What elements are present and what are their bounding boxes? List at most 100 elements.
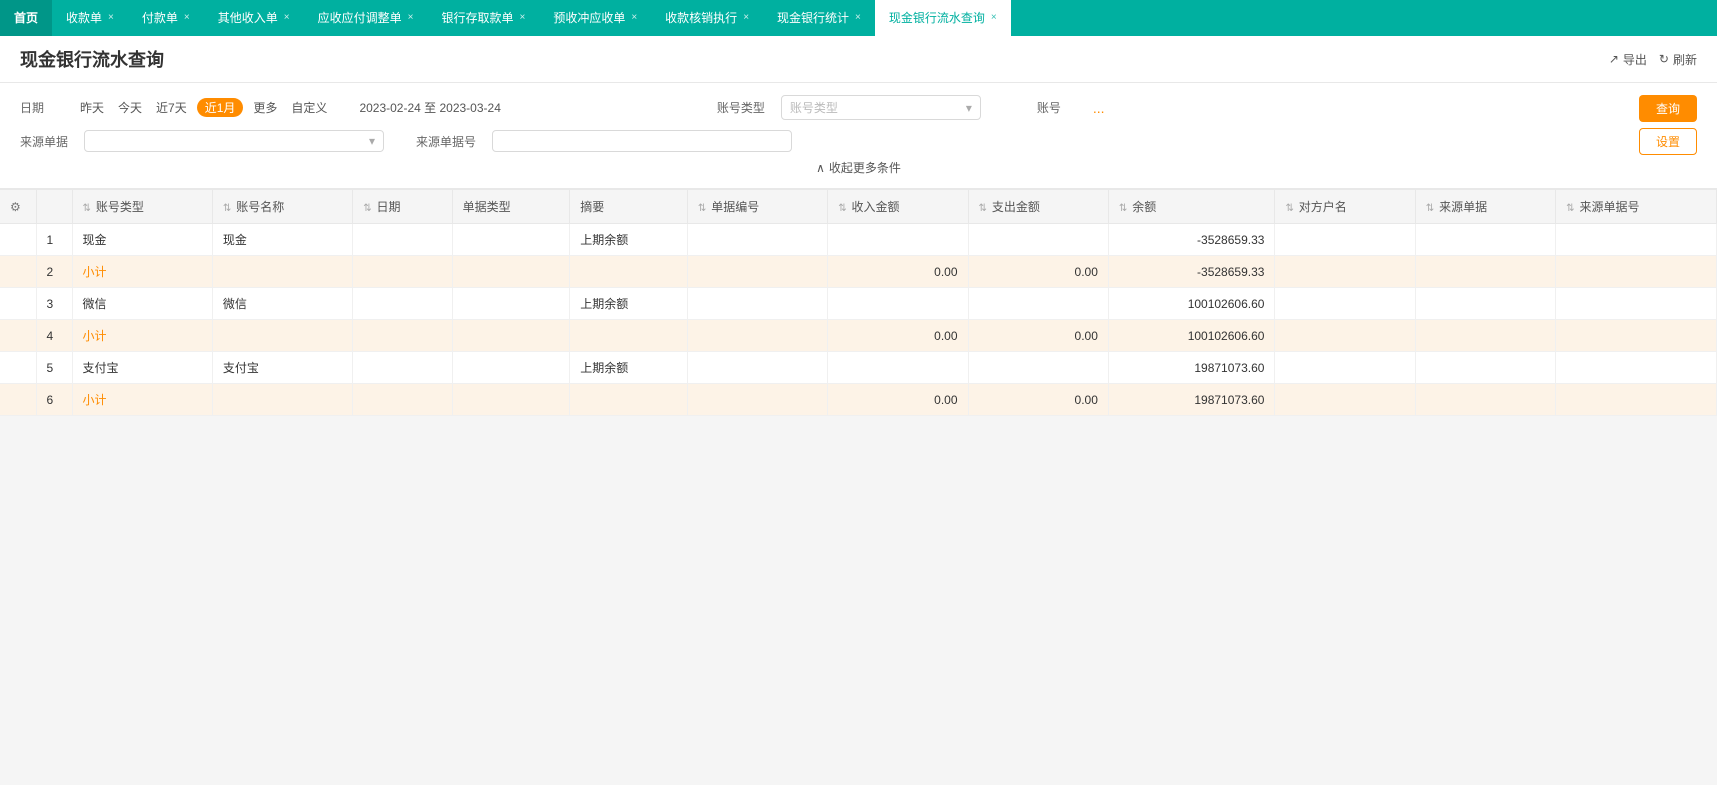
- nav-tab-collection-exec[interactable]: 收款核销执行 ×: [651, 0, 763, 36]
- sort-icon: ⇅: [1285, 203, 1295, 214]
- row-cell: [353, 384, 452, 416]
- date-1month[interactable]: 近1月: [197, 98, 244, 117]
- row-cell: [353, 288, 452, 320]
- close-icon[interactable]: ×: [991, 0, 997, 36]
- row-cell: -3528659.33: [1108, 224, 1275, 256]
- row-cell: 0.00: [828, 256, 968, 288]
- nav-tab-ar-ap-adjust[interactable]: 应收应付调整单 ×: [304, 0, 428, 36]
- row-cell: [212, 320, 352, 352]
- query-button[interactable]: 查询: [1639, 95, 1697, 122]
- col-account-type[interactable]: ⇅ 账号类型: [72, 190, 212, 224]
- source-doc-label: 来源单据: [20, 133, 68, 150]
- row-seq: 2: [36, 256, 72, 288]
- col-gear[interactable]: ⚙: [0, 190, 36, 224]
- date-today[interactable]: 今天: [114, 98, 146, 117]
- table-row: 4小计0.000.00100102606.60: [0, 320, 1717, 352]
- nav-tab-prepayment[interactable]: 预收冲应收单 ×: [539, 0, 651, 36]
- table-row: 5支付宝支付宝上期余额19871073.60: [0, 352, 1717, 384]
- row-cell: 0.00: [968, 384, 1108, 416]
- nav-tab-other-income[interactable]: 其他收入单 ×: [204, 0, 304, 36]
- close-icon[interactable]: ×: [408, 0, 414, 36]
- col-balance[interactable]: ⇅ 余额: [1108, 190, 1275, 224]
- row-gear-cell: [0, 384, 36, 416]
- row-cell: [452, 352, 570, 384]
- close-icon[interactable]: ×: [519, 0, 525, 36]
- cash-bank-flow-table: ⚙ ⇅ 账号类型 ⇅ 账号名称 ⇅ 日期 单据类型: [0, 190, 1717, 416]
- account-label: 账号: [1037, 99, 1077, 116]
- nav-tab-cash-bank-stats[interactable]: 现金银行统计 ×: [763, 0, 875, 36]
- table-row: 6小计0.000.0019871073.60: [0, 384, 1717, 416]
- row-cell: [968, 224, 1108, 256]
- row-cell: [687, 320, 827, 352]
- row-cell: [570, 320, 688, 352]
- nav-tab-bank-deposit[interactable]: 银行存取款单 ×: [427, 0, 539, 36]
- chevron-up-icon: ∧: [816, 161, 825, 175]
- row-cell: 现金: [212, 224, 352, 256]
- account-type-select[interactable]: 账号类型 ▾: [781, 95, 981, 120]
- row-cell: [828, 288, 968, 320]
- col-doc-no[interactable]: ⇅ 单据编号: [687, 190, 827, 224]
- row-cell: 100102606.60: [1108, 320, 1275, 352]
- col-date[interactable]: ⇅ 日期: [353, 190, 452, 224]
- account-type-label: 账号类型: [717, 99, 765, 116]
- date-shortcuts: 昨天 今天 近7天 近1月 更多 自定义: [76, 98, 331, 117]
- date-more[interactable]: 更多: [249, 98, 281, 117]
- row-cell: [1556, 320, 1717, 352]
- row-cell: [353, 256, 452, 288]
- table-row: 1现金现金上期余额-3528659.33: [0, 224, 1717, 256]
- close-icon[interactable]: ×: [855, 0, 861, 36]
- row-cell: [570, 384, 688, 416]
- sort-icon: ⇅: [223, 203, 233, 214]
- col-expense[interactable]: ⇅ 支出金额: [968, 190, 1108, 224]
- row-seq: 6: [36, 384, 72, 416]
- row-gear-cell: [0, 224, 36, 256]
- nav-home[interactable]: 首页: [0, 0, 52, 36]
- refresh-button[interactable]: ↻ 刷新: [1659, 51, 1697, 68]
- row-cell: [1415, 320, 1555, 352]
- row-seq: 5: [36, 352, 72, 384]
- close-icon[interactable]: ×: [108, 0, 114, 36]
- col-doc-type: 单据类型: [452, 190, 570, 224]
- row-cell: [828, 352, 968, 384]
- sort-icon: ⇅: [1119, 203, 1129, 214]
- close-icon[interactable]: ×: [184, 0, 190, 36]
- row-cell: [570, 256, 688, 288]
- close-icon[interactable]: ×: [631, 0, 637, 36]
- close-icon[interactable]: ×: [284, 0, 290, 36]
- nav-tab-receipt[interactable]: 收款单 ×: [52, 0, 128, 36]
- close-icon[interactable]: ×: [743, 0, 749, 36]
- row-cell: 微信: [212, 288, 352, 320]
- row-gear-cell: [0, 256, 36, 288]
- date-7days[interactable]: 近7天: [152, 98, 191, 117]
- settings-button[interactable]: 设置: [1639, 128, 1697, 155]
- row-cell: [1415, 384, 1555, 416]
- col-source-doc[interactable]: ⇅ 来源单据: [1415, 190, 1555, 224]
- source-doc-select[interactable]: ▾: [84, 130, 384, 152]
- col-account-name[interactable]: ⇅ 账号名称: [212, 190, 352, 224]
- row-cell: [1275, 352, 1415, 384]
- nav-tab-cash-bank-flow[interactable]: 现金银行流水查询 ×: [875, 0, 1011, 36]
- row-cell: [1556, 288, 1717, 320]
- export-button[interactable]: ↗ 导出: [1609, 51, 1647, 68]
- date-yesterday[interactable]: 昨天: [76, 98, 108, 117]
- source-doc-no-input[interactable]: [492, 130, 792, 152]
- row-seq: 4: [36, 320, 72, 352]
- row-cell: [687, 352, 827, 384]
- row-gear-cell: [0, 288, 36, 320]
- col-income[interactable]: ⇅ 收入金额: [828, 190, 968, 224]
- row-cell: 微信: [72, 288, 212, 320]
- collapse-filter-button[interactable]: ∧ 收起更多条件: [20, 155, 1697, 176]
- row-cell: [1415, 224, 1555, 256]
- date-custom[interactable]: 自定义: [287, 98, 331, 117]
- row-cell: 现金: [72, 224, 212, 256]
- export-icon: ↗: [1609, 52, 1619, 66]
- col-source-doc-no[interactable]: ⇅ 来源单据号: [1556, 190, 1717, 224]
- nav-tab-payment[interactable]: 付款单 ×: [128, 0, 204, 36]
- row-cell: [1275, 384, 1415, 416]
- sort-icon: ⇅: [838, 203, 848, 214]
- page-title: 现金银行流水查询: [20, 46, 164, 72]
- row-cell: 上期余额: [570, 352, 688, 384]
- account-dots-button[interactable]: ...: [1093, 100, 1105, 116]
- row-cell: [212, 256, 352, 288]
- col-counterparty[interactable]: ⇅ 对方户名: [1275, 190, 1415, 224]
